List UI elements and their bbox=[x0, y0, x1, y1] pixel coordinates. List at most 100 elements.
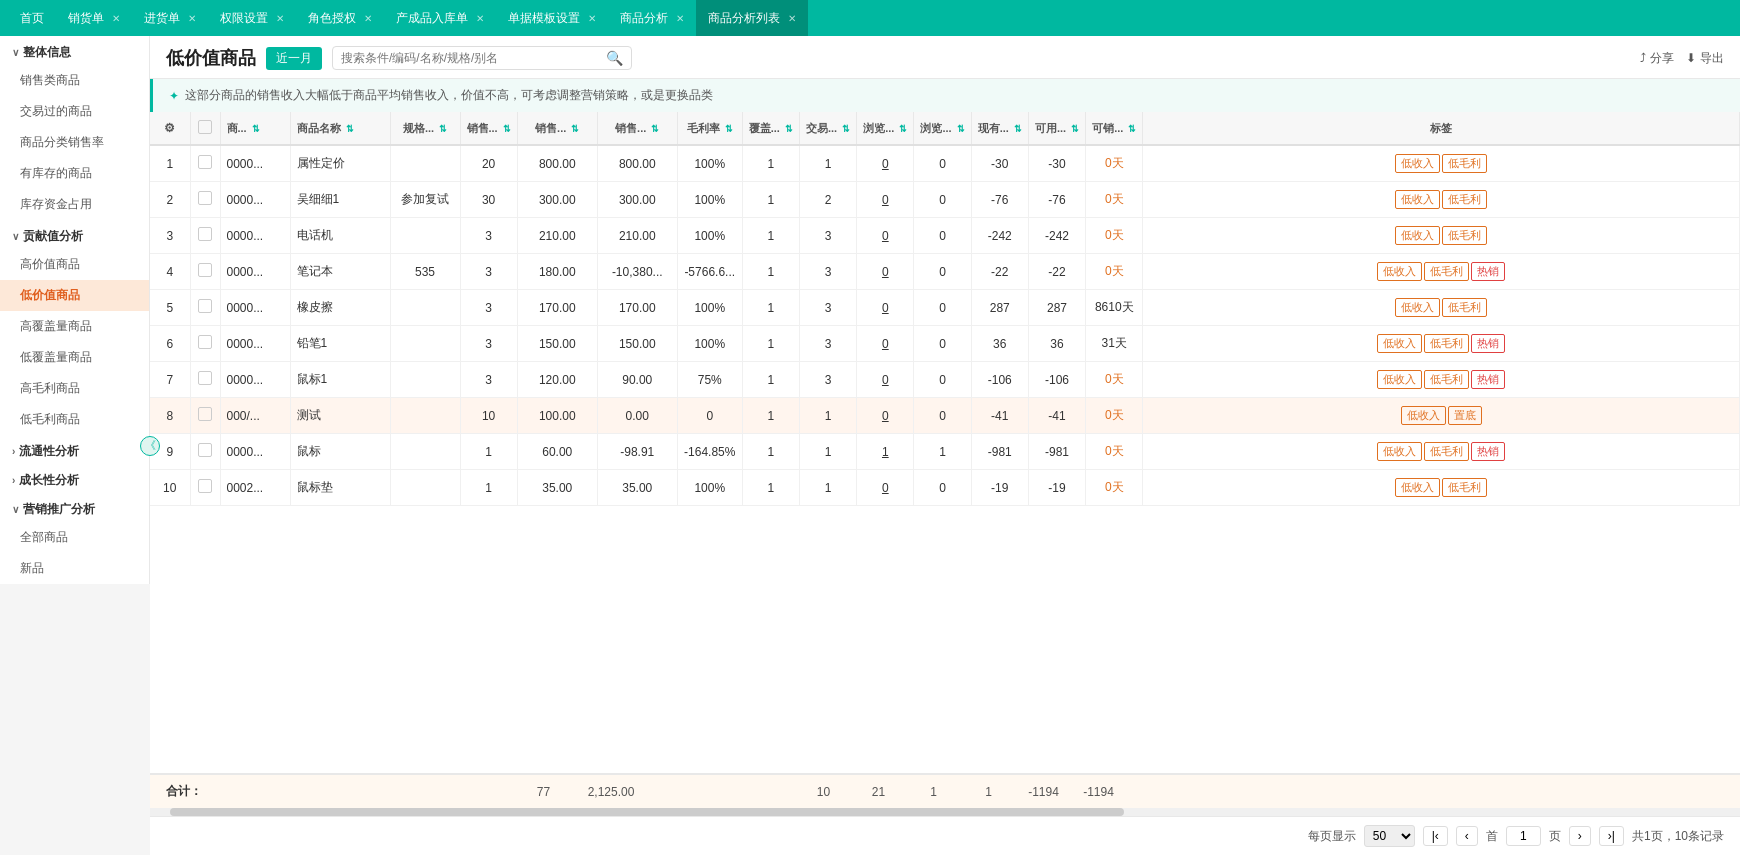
nav-close-roles[interactable]: ✕ bbox=[364, 13, 372, 24]
row-checkbox-4[interactable] bbox=[198, 263, 212, 277]
tag-低毛利[interactable]: 低毛利 bbox=[1442, 190, 1487, 209]
sidebar-group-marketing[interactable]: ∨ 营销推广分析 bbox=[0, 493, 149, 522]
row-checkbox-6[interactable] bbox=[198, 335, 212, 349]
tag-热销[interactable]: 热销 bbox=[1471, 442, 1505, 461]
th-sales-qty[interactable]: 销售... ⇅ bbox=[460, 112, 517, 145]
th-sales-amount[interactable]: 销售... ⇅ bbox=[597, 112, 677, 145]
tag-低毛利[interactable]: 低毛利 bbox=[1442, 154, 1487, 173]
sidebar-group-overall[interactable]: ∨ 整体信息 bbox=[0, 36, 149, 65]
last-page-button[interactable]: ›| bbox=[1599, 826, 1624, 846]
tag-低收入[interactable]: 低收入 bbox=[1395, 298, 1440, 317]
share-button[interactable]: ⤴ 分享 bbox=[1640, 50, 1674, 67]
sidebar-item-high-coverage[interactable]: 高覆盖量商品 bbox=[0, 311, 149, 342]
nav-permissions[interactable]: 权限设置 ✕ bbox=[208, 0, 296, 36]
tag-低收入[interactable]: 低收入 bbox=[1377, 334, 1422, 353]
sidebar-item-high-margin[interactable]: 高毛利商品 bbox=[0, 373, 149, 404]
nav-home[interactable]: 首页 bbox=[8, 0, 56, 36]
th-current-stock[interactable]: 现有... ⇅ bbox=[971, 112, 1028, 145]
sidebar-item-traded-goods[interactable]: 交易过的商品 bbox=[0, 96, 149, 127]
th-transaction[interactable]: 交易... ⇅ bbox=[799, 112, 856, 145]
tag-热销[interactable]: 热销 bbox=[1471, 262, 1505, 281]
tag-低收入[interactable]: 低收入 bbox=[1395, 154, 1440, 173]
search-icon[interactable]: 🔍 bbox=[606, 50, 623, 66]
th-browse2[interactable]: 浏览... ⇅ bbox=[914, 112, 971, 145]
gear-icon[interactable]: ⚙ bbox=[164, 121, 175, 135]
tag-低毛利[interactable]: 低毛利 bbox=[1424, 370, 1469, 389]
row-checkbox-7[interactable] bbox=[198, 371, 212, 385]
cell-browse1[interactable]: 0 bbox=[857, 362, 914, 398]
nav-close-permissions[interactable]: ✕ bbox=[276, 13, 284, 24]
tag-低毛利[interactable]: 低毛利 bbox=[1424, 442, 1469, 461]
row-checkbox-5[interactable] bbox=[198, 299, 212, 313]
cell-browse1[interactable]: 0 bbox=[857, 290, 914, 326]
sidebar-group-growth[interactable]: › 成长性分析 bbox=[0, 464, 149, 493]
nav-close-goods-list[interactable]: ✕ bbox=[788, 13, 796, 24]
sidebar-item-stock-goods[interactable]: 有库存的商品 bbox=[0, 158, 149, 189]
tag-低收入[interactable]: 低收入 bbox=[1401, 406, 1446, 425]
export-button[interactable]: ⬇ 导出 bbox=[1686, 50, 1724, 67]
tag-低收入[interactable]: 低收入 bbox=[1377, 262, 1422, 281]
cell-browse1[interactable]: 0 bbox=[857, 218, 914, 254]
nav-goods-analysis-list[interactable]: 商品分析列表 ✕ bbox=[696, 0, 808, 36]
sidebar-item-low-value[interactable]: 低价值商品 bbox=[0, 280, 149, 311]
tag-低收入[interactable]: 低收入 bbox=[1395, 478, 1440, 497]
th-coverage[interactable]: 覆盖... ⇅ bbox=[742, 112, 799, 145]
sidebar-item-new-goods[interactable]: 新品 bbox=[0, 553, 149, 584]
tag-低毛利[interactable]: 低毛利 bbox=[1442, 226, 1487, 245]
tag-低毛利[interactable]: 低毛利 bbox=[1442, 298, 1487, 317]
nav-inventory[interactable]: 产成品入库单 ✕ bbox=[384, 0, 496, 36]
th-sellable[interactable]: 可销... ⇅ bbox=[1086, 112, 1143, 145]
row-checkbox-3[interactable] bbox=[198, 227, 212, 241]
tag-低收入[interactable]: 低收入 bbox=[1377, 370, 1422, 389]
first-page-button[interactable]: |‹ bbox=[1423, 826, 1448, 846]
row-checkbox-2[interactable] bbox=[198, 191, 212, 205]
sidebar-group-circulation[interactable]: › 流通性分析 bbox=[0, 435, 149, 464]
sidebar-item-high-value[interactable]: 高价值商品 bbox=[0, 249, 149, 280]
nav-close-purchase[interactable]: ✕ bbox=[188, 13, 196, 24]
tag-低毛利[interactable]: 低毛利 bbox=[1424, 262, 1469, 281]
nav-sales[interactable]: 销货单 ✕ bbox=[56, 0, 132, 36]
horizontal-scrollbar[interactable] bbox=[150, 808, 1740, 816]
nav-close-template[interactable]: ✕ bbox=[588, 13, 596, 24]
tag-热销[interactable]: 热销 bbox=[1471, 334, 1505, 353]
th-gross-margin[interactable]: 毛利率 ⇅ bbox=[677, 112, 742, 145]
cell-browse1[interactable]: 0 bbox=[857, 254, 914, 290]
tag-低收入[interactable]: 低收入 bbox=[1395, 190, 1440, 209]
tag-热销[interactable]: 热销 bbox=[1471, 370, 1505, 389]
row-checkbox-9[interactable] bbox=[198, 443, 212, 457]
th-browse1[interactable]: 浏览... ⇅ bbox=[857, 112, 914, 145]
sidebar-item-all-goods[interactable]: 全部商品 bbox=[0, 522, 149, 553]
tag-低收入[interactable]: 低收入 bbox=[1377, 442, 1422, 461]
row-checkbox-10[interactable] bbox=[198, 479, 212, 493]
th-spec[interactable]: 规格... ⇅ bbox=[390, 112, 460, 145]
th-sales-price[interactable]: 销售... ⇅ bbox=[517, 112, 597, 145]
header-checkbox[interactable] bbox=[198, 120, 212, 134]
th-available-stock[interactable]: 可用... ⇅ bbox=[1028, 112, 1085, 145]
sidebar-item-category-rate[interactable]: 商品分类销售率 bbox=[0, 127, 149, 158]
cell-browse1[interactable]: 1 bbox=[857, 434, 914, 470]
sidebar-item-sales-goods[interactable]: 销售类商品 bbox=[0, 65, 149, 96]
nav-close-inventory[interactable]: ✕ bbox=[476, 13, 484, 24]
nav-roles[interactable]: 角色授权 ✕ bbox=[296, 0, 384, 36]
cell-browse1[interactable]: 0 bbox=[857, 470, 914, 506]
tag-置底[interactable]: 置底 bbox=[1448, 406, 1482, 425]
filter-button[interactable]: 近一月 bbox=[266, 47, 322, 70]
search-input[interactable] bbox=[341, 51, 602, 65]
sidebar-item-low-margin[interactable]: 低毛利商品 bbox=[0, 404, 149, 435]
cell-browse1[interactable]: 0 bbox=[857, 145, 914, 182]
row-checkbox-1[interactable] bbox=[198, 155, 212, 169]
tag-低毛利[interactable]: 低毛利 bbox=[1424, 334, 1469, 353]
per-page-select[interactable]: 50 100 200 bbox=[1364, 825, 1415, 847]
cell-browse1[interactable]: 0 bbox=[857, 398, 914, 434]
tag-低收入[interactable]: 低收入 bbox=[1395, 226, 1440, 245]
cell-browse1[interactable]: 0 bbox=[857, 182, 914, 218]
prev-page-button[interactable]: ‹ bbox=[1456, 826, 1478, 846]
nav-purchase[interactable]: 进货单 ✕ bbox=[132, 0, 208, 36]
nav-close-goods-analysis[interactable]: ✕ bbox=[676, 13, 684, 24]
nav-goods-analysis[interactable]: 商品分析 ✕ bbox=[608, 0, 696, 36]
page-number-input[interactable] bbox=[1506, 826, 1541, 846]
sidebar-group-contribution[interactable]: ∨ 贡献值分析 bbox=[0, 220, 149, 249]
tag-低毛利[interactable]: 低毛利 bbox=[1442, 478, 1487, 497]
sidebar-collapse-button[interactable]: 《 bbox=[140, 436, 160, 456]
next-page-button[interactable]: › bbox=[1569, 826, 1591, 846]
